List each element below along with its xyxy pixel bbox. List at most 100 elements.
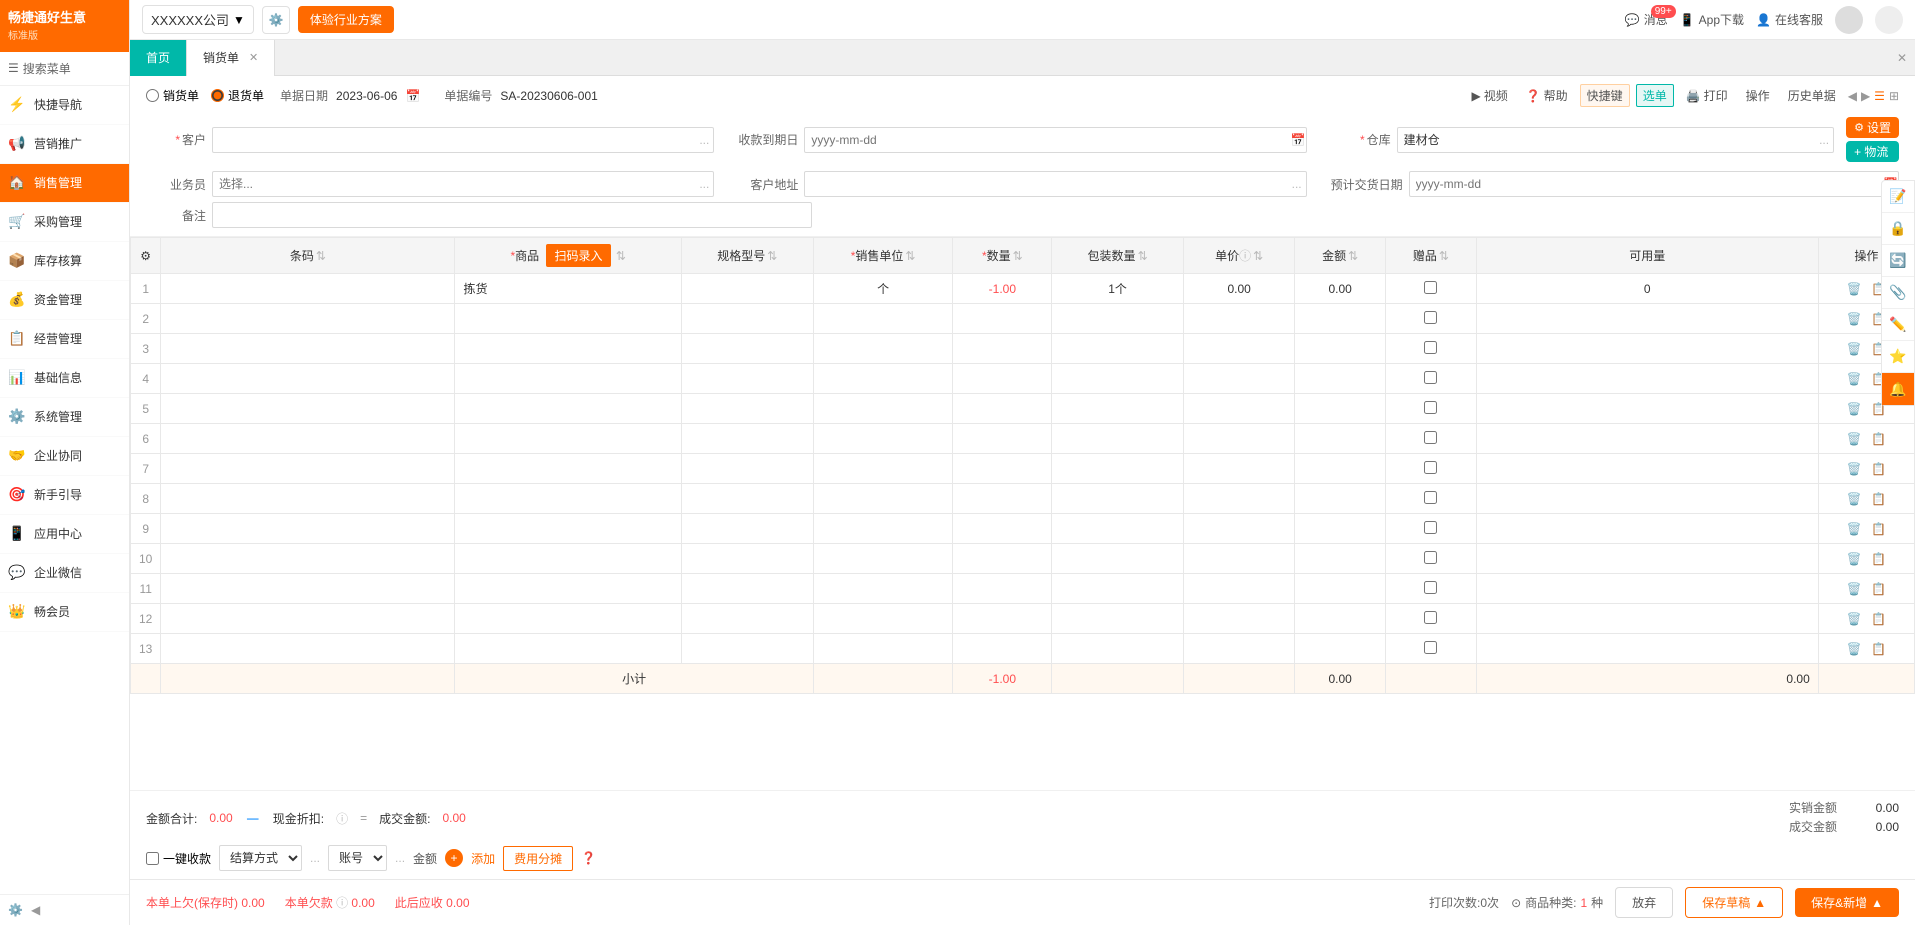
gift-checkbox[interactable]: [1424, 581, 1437, 594]
row-unit-price[interactable]: [1183, 514, 1294, 544]
sidebar-item-finance[interactable]: 💰 资金管理: [0, 281, 129, 320]
row-barcode[interactable]: [161, 574, 455, 604]
row-gift[interactable]: [1386, 394, 1477, 424]
row-barcode[interactable]: [161, 634, 455, 664]
row-product[interactable]: [455, 484, 681, 514]
experience-btn[interactable]: 体验行业方案: [298, 6, 394, 33]
row-unit-price[interactable]: 0.00: [1183, 274, 1294, 304]
barcode-input[interactable]: [169, 372, 446, 386]
grid-view-icon[interactable]: ⊞: [1889, 89, 1899, 103]
quick-lock-icon[interactable]: 🔒: [1882, 213, 1914, 245]
sidebar-item-operations[interactable]: 📋 经营管理: [0, 320, 129, 359]
radio-sales-input[interactable]: [146, 89, 159, 102]
copy-icon[interactable]: 📋: [1871, 552, 1886, 566]
radio-return[interactable]: 退货单: [211, 87, 264, 104]
row-product[interactable]: [455, 574, 681, 604]
sidebar-item-enterprise[interactable]: 🤝 企业协同: [0, 437, 129, 476]
user-avatar[interactable]: [1835, 6, 1863, 34]
row-qty[interactable]: [953, 334, 1052, 364]
row-barcode[interactable]: [161, 364, 455, 394]
row-spec[interactable]: [681, 334, 813, 364]
product-type-radio[interactable]: ⊙: [1511, 896, 1521, 910]
row-gift[interactable]: [1386, 604, 1477, 634]
gift-checkbox[interactable]: [1424, 461, 1437, 474]
row-barcode[interactable]: [161, 274, 455, 304]
payment-method-select[interactable]: 结算方式: [219, 845, 302, 871]
gear-icon[interactable]: ⚙: [140, 249, 151, 263]
barcode-input[interactable]: [169, 492, 446, 506]
table-container[interactable]: ⚙ 条码⇅ *商品 扫码录入 ⇅ 规格型号⇅: [130, 237, 1915, 790]
row-unit-price[interactable]: [1183, 544, 1294, 574]
row-qty[interactable]: [953, 544, 1052, 574]
delete-icon[interactable]: 🗑️: [1847, 552, 1862, 566]
method-ellipsis[interactable]: ...: [310, 851, 320, 865]
gift-checkbox[interactable]: [1424, 521, 1437, 534]
gift-checkbox[interactable]: [1424, 371, 1437, 384]
row-qty[interactable]: [953, 454, 1052, 484]
gift-checkbox[interactable]: [1424, 281, 1437, 294]
row-gift[interactable]: [1386, 544, 1477, 574]
message-btn[interactable]: 💬 消息 99+: [1625, 11, 1668, 28]
delete-icon[interactable]: 🗑️: [1847, 492, 1862, 506]
row-qty[interactable]: [953, 304, 1052, 334]
row-qty[interactable]: [953, 394, 1052, 424]
row-gift[interactable]: [1386, 484, 1477, 514]
delete-icon[interactable]: 🗑️: [1847, 522, 1862, 536]
settings-bottom-icon[interactable]: ⚙️: [8, 903, 23, 917]
row-qty[interactable]: [953, 574, 1052, 604]
delete-icon[interactable]: 🗑️: [1847, 642, 1862, 656]
radio-sales[interactable]: 销货单: [146, 87, 199, 104]
row-spec[interactable]: [681, 514, 813, 544]
delete-icon[interactable]: 🗑️: [1847, 342, 1862, 356]
warehouse-ellipsis[interactable]: ...: [1815, 133, 1833, 147]
customer-address-input[interactable]: [805, 177, 1287, 191]
barcode-input[interactable]: [169, 432, 446, 446]
tabbar-close-btn[interactable]: ✕: [1897, 51, 1907, 65]
row-gift[interactable]: [1386, 274, 1477, 304]
row-barcode[interactable]: [161, 394, 455, 424]
unit-sort[interactable]: ⇅: [905, 249, 915, 263]
account-ellipsis[interactable]: ...: [395, 851, 405, 865]
row-product[interactable]: [455, 364, 681, 394]
row-action[interactable]: 🗑️ 📋: [1818, 634, 1914, 664]
radio-return-input[interactable]: [211, 89, 224, 102]
row-action[interactable]: 🗑️ 📋: [1818, 454, 1914, 484]
fee-split-btn[interactable]: 费用分摊: [503, 846, 573, 871]
copy-icon[interactable]: 📋: [1871, 432, 1886, 446]
customer-input-wrapper[interactable]: ...: [212, 127, 714, 153]
row-unit-price[interactable]: [1183, 454, 1294, 484]
row-unit-price[interactable]: [1183, 574, 1294, 604]
barcode-input[interactable]: [169, 552, 446, 566]
quick-pen-icon[interactable]: ✏️: [1882, 309, 1914, 341]
row-product[interactable]: [455, 334, 681, 364]
customer-input[interactable]: [213, 133, 695, 147]
sidebar-item-base-info[interactable]: 📊 基础信息: [0, 359, 129, 398]
row-action[interactable]: 🗑️ 📋: [1818, 574, 1914, 604]
row-gift[interactable]: [1386, 454, 1477, 484]
row-spec[interactable]: [681, 484, 813, 514]
delete-icon[interactable]: 🗑️: [1847, 372, 1862, 386]
due-date-input[interactable]: [805, 133, 1290, 147]
help-btn[interactable]: ❓ 帮助: [1520, 85, 1574, 106]
delivery-date-input[interactable]: [1410, 177, 1883, 191]
row-unit-price[interactable]: [1183, 484, 1294, 514]
copy-icon[interactable]: 📋: [1871, 492, 1886, 506]
warehouse-wrapper[interactable]: ...: [1397, 127, 1834, 153]
barcode-input[interactable]: [169, 462, 446, 476]
barcode-input[interactable]: [169, 642, 446, 656]
calendar-icon[interactable]: 📅: [405, 89, 420, 103]
sidebar-item-system[interactable]: ⚙️ 系统管理: [0, 398, 129, 437]
gift-checkbox[interactable]: [1424, 491, 1437, 504]
delete-icon[interactable]: 🗑️: [1847, 612, 1862, 626]
logistics-btn[interactable]: + 物流: [1846, 141, 1899, 162]
sidebar-item-marketing[interactable]: 📢 营销推广: [0, 125, 129, 164]
barcode-input[interactable]: [169, 522, 446, 536]
row-qty[interactable]: [953, 364, 1052, 394]
pack-sort[interactable]: ⇅: [1138, 249, 1148, 263]
address-ellipsis[interactable]: ...: [1288, 177, 1306, 191]
app-download-btn[interactable]: 📱 App下载: [1680, 11, 1744, 28]
row-unit-price[interactable]: [1183, 304, 1294, 334]
row-qty[interactable]: -1.00: [953, 274, 1052, 304]
scan-btn[interactable]: 扫码录入: [546, 244, 610, 267]
setup-btn[interactable]: ⚙ 设置: [1846, 117, 1899, 138]
